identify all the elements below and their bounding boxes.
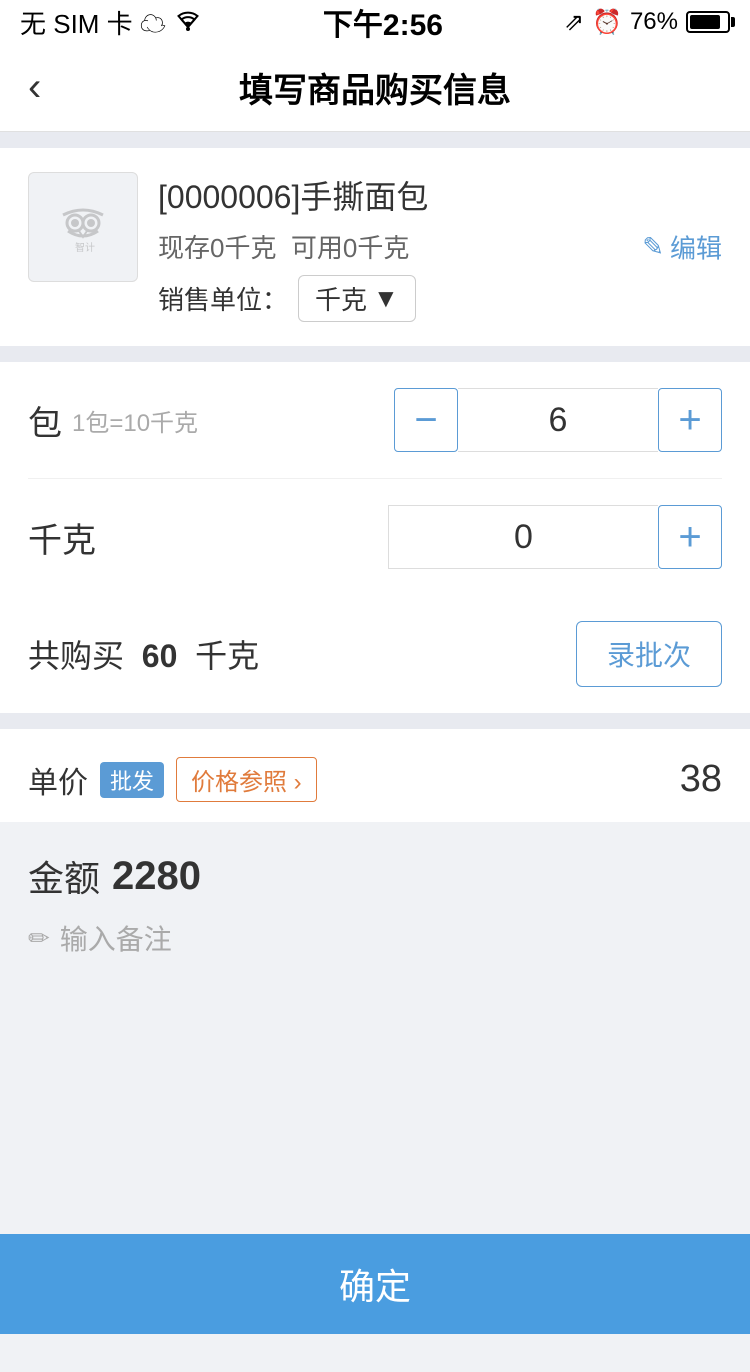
price-section: 单价 批发 价格参照 › 38 bbox=[0, 729, 750, 822]
edit-icon: ✎ bbox=[642, 232, 664, 263]
battery-icon bbox=[686, 11, 730, 33]
kg-quantity-input[interactable] bbox=[388, 505, 658, 569]
bag-quantity-input[interactable] bbox=[458, 388, 658, 452]
price-ref-button[interactable]: 价格参照 › bbox=[176, 757, 317, 802]
amount-section: 金额 2280 ✏ 输入备注 bbox=[0, 822, 750, 972]
status-time: 下午2:56 bbox=[323, 0, 443, 44]
bottom-divider bbox=[0, 713, 750, 729]
back-button[interactable]: ‹ bbox=[28, 65, 41, 110]
main-content: 智计 [0000006]手撕面包 现存0千克 可用0千克 销售单位： 千克 ▼ bbox=[0, 132, 750, 1372]
top-divider bbox=[0, 132, 750, 148]
batch-button[interactable]: 录批次 bbox=[576, 621, 722, 687]
alarm-icon: ⏰ bbox=[592, 8, 622, 37]
total-text: 共购买 60 千克 bbox=[28, 631, 259, 677]
product-card: 智计 [0000006]手撕面包 现存0千克 可用0千克 销售单位： 千克 ▼ bbox=[0, 148, 750, 346]
product-stock: 现存0千克 可用0千克 bbox=[158, 228, 722, 265]
bag-hint: 1包=10千克 bbox=[72, 403, 198, 438]
status-left: 无 SIM 卡 ☁ bbox=[20, 4, 202, 41]
product-name: [0000006]手撕面包 bbox=[158, 172, 722, 218]
kg-controls: + bbox=[388, 505, 722, 569]
amount-row: 金额 2280 bbox=[28, 850, 722, 902]
gray-space bbox=[0, 972, 750, 1272]
kg-plus-button[interactable]: + bbox=[658, 505, 722, 569]
wholesale-badge: 批发 bbox=[100, 762, 164, 798]
remark-row[interactable]: ✏ 输入备注 bbox=[28, 918, 722, 958]
kg-input-row: 千克 + bbox=[28, 479, 722, 595]
product-info: [0000006]手撕面包 现存0千克 可用0千克 销售单位： 千克 ▼ bbox=[158, 172, 722, 322]
amount-value: 2280 bbox=[112, 854, 201, 899]
status-bar: 无 SIM 卡 ☁ 下午2:56 ⇗ ⏰ 76% bbox=[0, 0, 750, 44]
pencil-icon: ✏ bbox=[28, 923, 50, 954]
edit-button[interactable]: ✎ 编辑 bbox=[642, 229, 722, 266]
status-right: ⇗ ⏰ 76% bbox=[564, 8, 730, 37]
svg-text:智计: 智计 bbox=[75, 241, 95, 254]
sim-label: 无 SIM 卡 ☁ bbox=[20, 4, 166, 41]
battery-percent: 76% bbox=[630, 8, 678, 36]
kg-label: 千克 bbox=[28, 513, 96, 562]
total-row: 共购买 60 千克 录批次 bbox=[0, 595, 750, 713]
nav-bar: ‹ 填写商品购买信息 bbox=[0, 44, 750, 132]
wifi-icon bbox=[174, 7, 202, 38]
bag-input-row: 包 1包=10千克 − + bbox=[28, 362, 722, 479]
price-value: 38 bbox=[680, 758, 722, 801]
location-icon: ⇗ bbox=[564, 8, 584, 37]
unit-dropdown[interactable]: 千克 ▼ bbox=[298, 275, 416, 322]
bag-minus-button[interactable]: − bbox=[394, 388, 458, 452]
product-unit-row: 销售单位： 千克 ▼ bbox=[158, 275, 722, 322]
product-image: 智计 bbox=[28, 172, 138, 282]
mid-divider bbox=[0, 346, 750, 362]
bag-controls: − + bbox=[394, 388, 722, 452]
confirm-button[interactable]: 确定 bbox=[339, 1258, 411, 1310]
page-title: 填写商品购买信息 bbox=[239, 63, 511, 112]
price-row: 单价 批发 价格参照 › 38 bbox=[28, 757, 722, 802]
bag-label: 包 1包=10千克 bbox=[28, 396, 198, 445]
bag-plus-button[interactable]: + bbox=[658, 388, 722, 452]
input-section: 包 1包=10千克 − + 千克 + bbox=[0, 362, 750, 595]
price-label: 单价 批发 价格参照 › bbox=[28, 757, 317, 802]
confirm-bar[interactable]: 确定 bbox=[0, 1234, 750, 1334]
remark-placeholder: 输入备注 bbox=[60, 918, 172, 958]
